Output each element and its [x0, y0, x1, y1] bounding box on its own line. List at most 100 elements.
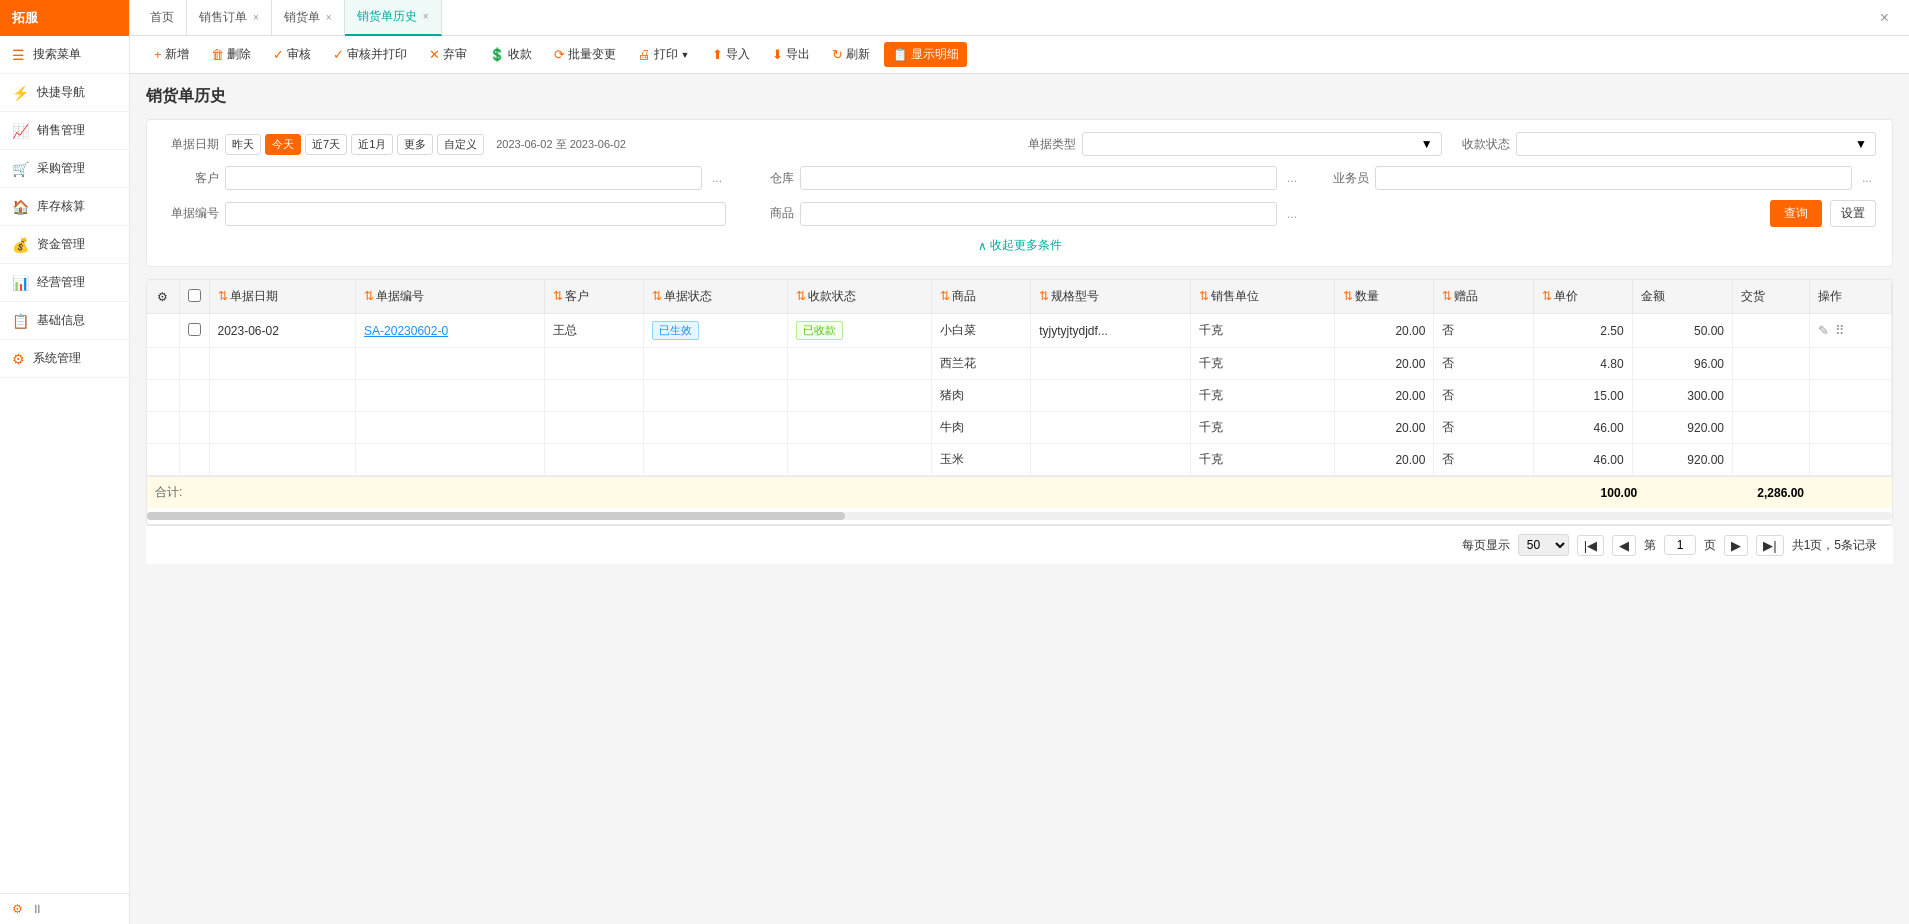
doc-type-select[interactable]: ▼ [1082, 132, 1442, 156]
horizontal-scrollbar[interactable] [147, 512, 1892, 520]
col-settings[interactable]: ⚙ [147, 280, 179, 314]
close-all-tabs-btn[interactable]: × [1868, 9, 1901, 27]
sidebar-item-purchase-mgmt[interactable]: 🛒 采购管理 [0, 150, 129, 188]
product-ellipsis[interactable]: ... [1283, 205, 1301, 223]
row-number[interactable]: SA-20230602-0 [356, 314, 545, 348]
payment-status-filter-item: 收款状态 ▼ [1454, 132, 1876, 156]
tab-home[interactable]: 首页 [138, 0, 187, 36]
row-delivery [1733, 412, 1810, 444]
new-button[interactable]: + 新增 [146, 42, 197, 67]
next-page-btn[interactable]: ▶ [1724, 535, 1748, 556]
print-button[interactable]: 🖨 打印 ▼ [630, 42, 698, 67]
date-more-btn[interactable]: 更多 [397, 134, 433, 155]
col-number[interactable]: ⇅单据编号 [356, 280, 545, 314]
sidebar-item-search-menu[interactable]: ☰ 搜索菜单 [0, 36, 129, 74]
row-checkbox[interactable] [179, 314, 209, 348]
inventory-icon: 🏠 [12, 199, 29, 215]
row-number[interactable] [356, 412, 545, 444]
tab-sales-goods-close[interactable]: × [326, 12, 332, 23]
col-date[interactable]: ⇅单据日期 [209, 280, 356, 314]
date-today-btn[interactable]: 今天 [265, 134, 301, 155]
col-price[interactable]: ⇅单价 [1533, 280, 1632, 314]
date-7days-btn[interactable]: 近7天 [305, 134, 347, 155]
row-checkbox-input[interactable] [188, 323, 201, 336]
setting-button[interactable]: 设置 [1830, 200, 1876, 227]
col-pay-status[interactable]: ⇅收款状态 [788, 280, 932, 314]
refresh-button[interactable]: ↻ 刷新 [824, 42, 878, 67]
edit-icon[interactable]: ✎ [1818, 323, 1829, 338]
date-1month-btn[interactable]: 近1月 [351, 134, 393, 155]
col-product[interactable]: ⇅商品 [932, 280, 1031, 314]
last-page-btn[interactable]: ▶| [1756, 535, 1783, 556]
audit-button[interactable]: ✓ 审核 [265, 42, 319, 67]
batch-change-button[interactable]: ⟳ 批量变更 [546, 42, 624, 67]
row-number[interactable] [356, 348, 545, 380]
warehouse-input[interactable] [800, 166, 1277, 190]
tab-sales-history[interactable]: 销货单历史 × [345, 0, 442, 36]
row-checkbox[interactable] [179, 412, 209, 444]
select-all-checkbox[interactable] [188, 289, 201, 302]
row-action [1809, 444, 1891, 476]
collect-button[interactable]: 💲 收款 [481, 42, 540, 67]
salesperson-input[interactable] [1375, 166, 1852, 190]
sidebar-item-quick-nav[interactable]: ⚡ 快捷导航 [0, 74, 129, 112]
tab-sales-history-close[interactable]: × [423, 11, 429, 22]
scrollbar-thumb[interactable] [147, 512, 845, 520]
sidebar-item-finance-mgmt[interactable]: 💰 资金管理 [0, 226, 129, 264]
col-unit[interactable]: ⇅销售单位 [1191, 280, 1335, 314]
row-checkbox[interactable] [179, 444, 209, 476]
row-checkbox[interactable] [179, 348, 209, 380]
sidebar-item-ops-mgmt[interactable]: 📊 经营管理 [0, 264, 129, 302]
date-custom-btn[interactable]: 自定义 [437, 134, 484, 155]
tab-sales-order-close[interactable]: × [253, 12, 259, 23]
import-label: 导入 [726, 46, 750, 63]
delete-button[interactable]: 🗑 删除 [203, 42, 259, 67]
col-customer[interactable]: ⇅客户 [545, 280, 644, 314]
row-checkbox[interactable] [179, 380, 209, 412]
settings-icon[interactable]: ⚙ [12, 902, 23, 916]
tab-sales-order[interactable]: 销售订单 × [187, 0, 272, 36]
import-button[interactable]: ⬆ 导入 [704, 42, 758, 67]
show-detail-button[interactable]: 📋 显示明细 [884, 42, 967, 67]
payment-status-select[interactable]: ▼ [1516, 132, 1876, 156]
tab-sales-order-label: 销售订单 [199, 9, 247, 26]
warehouse-ellipsis[interactable]: ... [1283, 169, 1301, 187]
doc-number-input[interactable] [225, 202, 726, 226]
sidebar-item-base-info[interactable]: 📋 基础信息 [0, 302, 129, 340]
refresh-label: 刷新 [846, 46, 870, 63]
doc-number-link[interactable]: SA-20230602-0 [364, 324, 448, 338]
col-checkbox[interactable] [179, 280, 209, 314]
col-spec[interactable]: ⇅规格型号 [1031, 280, 1191, 314]
export-button[interactable]: ⬇ 导出 [764, 42, 818, 67]
row-number[interactable] [356, 380, 545, 412]
col-qty[interactable]: ⇅数量 [1335, 280, 1434, 314]
salesperson-ellipsis[interactable]: ... [1858, 169, 1876, 187]
filter-actions: ∧ 收起更多条件 [163, 237, 1876, 254]
date-yesterday-btn[interactable]: 昨天 [225, 134, 261, 155]
product-input[interactable] [800, 202, 1277, 226]
tab-bar: 首页 销售订单 × 销货单 × 销货单历史 × × [130, 0, 1909, 36]
collapse-button[interactable]: ∧ 收起更多条件 [978, 237, 1062, 254]
query-button[interactable]: 查询 [1770, 200, 1822, 227]
page-input[interactable] [1664, 535, 1696, 555]
row-gift: 否 [1434, 412, 1533, 444]
batch-change-label: 批量变更 [568, 46, 616, 63]
row-number[interactable] [356, 444, 545, 476]
collapse-icon[interactable]: ⏸ [31, 902, 43, 916]
abandon-button[interactable]: ✕ 弃审 [421, 42, 475, 67]
audit-print-button[interactable]: ✓ 审核并打印 [325, 42, 415, 67]
sidebar-item-inventory[interactable]: 🏠 库存核算 [0, 188, 129, 226]
per-page-select[interactable]: 50 100 200 [1518, 534, 1569, 556]
sidebar-item-sales-mgmt[interactable]: 📈 销售管理 [0, 112, 129, 150]
first-page-btn[interactable]: |◀ [1577, 535, 1604, 556]
customer-ellipsis[interactable]: ... [708, 169, 726, 187]
col-doc-status[interactable]: ⇅单据状态 [644, 280, 788, 314]
row-settings [147, 314, 179, 348]
col-gift[interactable]: ⇅赠品 [1434, 280, 1533, 314]
tab-sales-goods[interactable]: 销货单 × [272, 0, 345, 36]
prev-page-btn[interactable]: ◀ [1612, 535, 1636, 556]
customer-input[interactable] [225, 166, 702, 190]
sidebar-item-sys-mgmt[interactable]: ⚙ 系统管理 [0, 340, 129, 378]
row-delivery [1733, 314, 1810, 348]
more-icon[interactable]: ⠿ [1835, 323, 1845, 338]
